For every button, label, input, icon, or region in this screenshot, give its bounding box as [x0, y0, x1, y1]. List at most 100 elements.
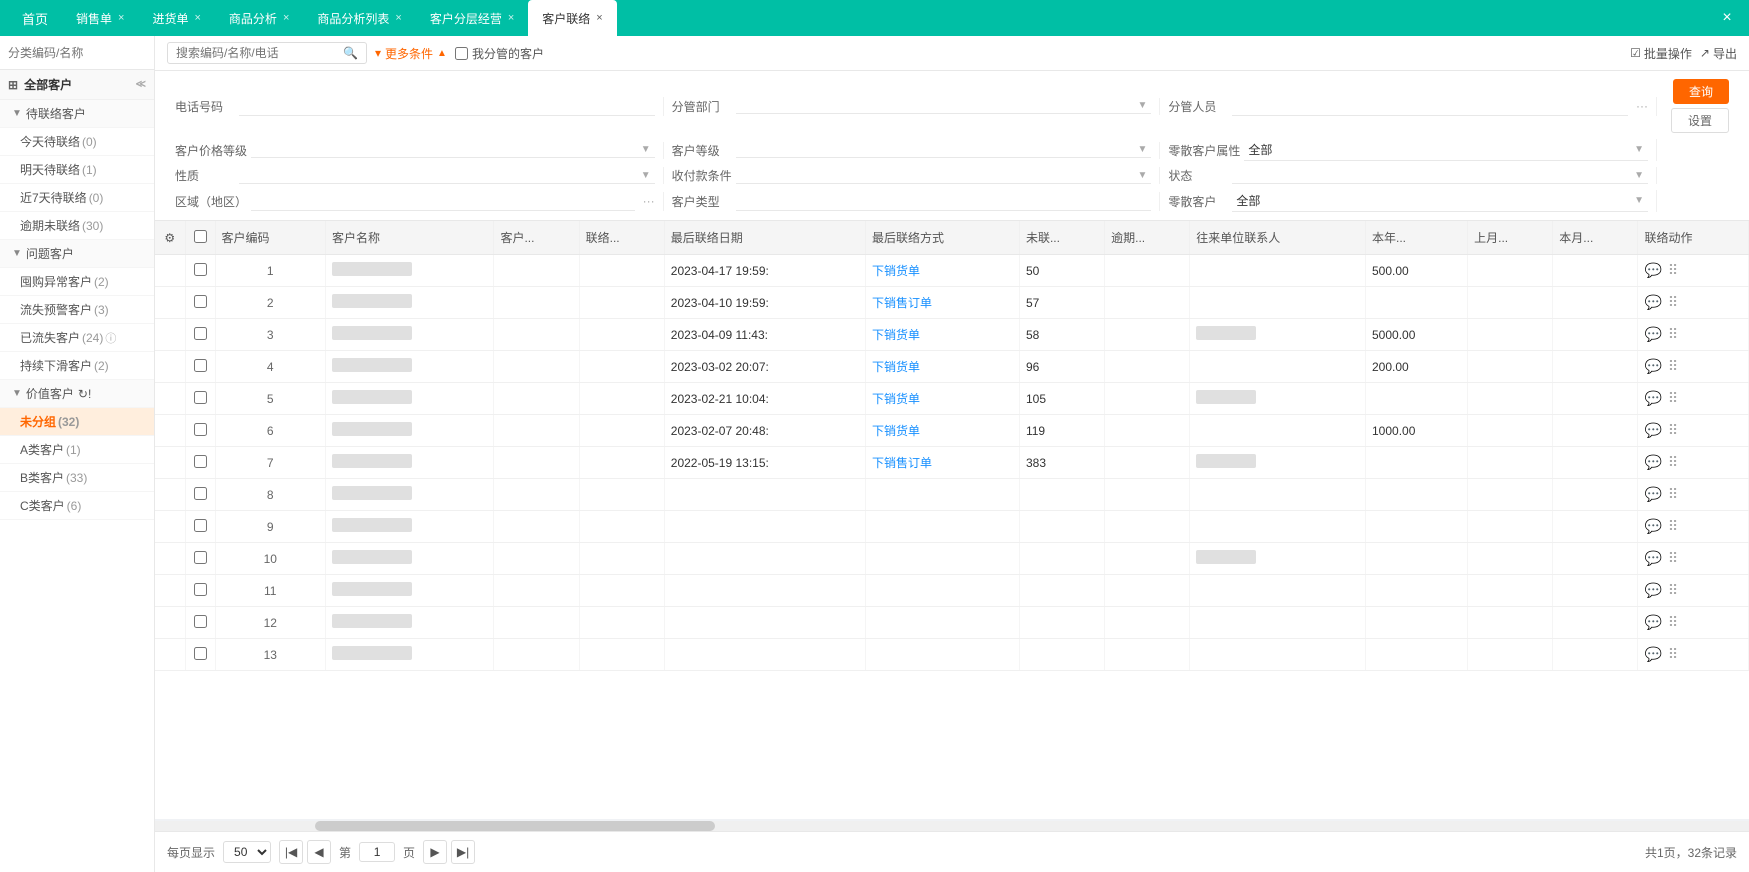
last-contact-way-cell[interactable]	[865, 479, 1019, 511]
row-checkbox[interactable]	[194, 263, 207, 276]
row-check[interactable]	[185, 543, 215, 575]
chat-icon[interactable]: 💬	[1644, 454, 1661, 471]
last-contact-way-cell[interactable]	[865, 575, 1019, 607]
filter-region-input[interactable]	[251, 192, 635, 211]
sidebar-item-type-b[interactable]: B类客户 (33)	[0, 464, 154, 492]
row-check[interactable]	[185, 351, 215, 383]
row-check[interactable]	[185, 639, 215, 671]
close-product-analysis-icon[interactable]: ×	[283, 12, 289, 24]
last-contact-way-cell[interactable]: 下销货单	[865, 383, 1019, 415]
page-number-input[interactable]	[359, 842, 395, 862]
row-check[interactable]	[185, 383, 215, 415]
filter-status-select[interactable]: ▼	[1232, 168, 1648, 184]
filter-customer-type-input[interactable]	[736, 192, 1152, 211]
row-check[interactable]	[185, 511, 215, 543]
row-check[interactable]	[185, 319, 215, 351]
horizontal-scrollbar[interactable]	[155, 821, 1749, 831]
grid-action-icon[interactable]: ⠿	[1668, 550, 1678, 567]
row-checkbox[interactable]	[194, 455, 207, 468]
last-contact-way-cell[interactable]	[865, 607, 1019, 639]
first-page-btn[interactable]: |◀	[279, 840, 303, 864]
chat-icon[interactable]: 💬	[1644, 358, 1661, 375]
grid-action-icon[interactable]: ⠿	[1668, 582, 1678, 599]
grid-action-icon[interactable]: ⠿	[1668, 294, 1678, 311]
batch-operation-btn[interactable]: ☑ 批量操作	[1630, 45, 1692, 62]
sidebar-group-pending[interactable]: ▼ 待联络客户	[0, 100, 154, 128]
last-contact-way-cell[interactable]: 下销货单	[865, 319, 1019, 351]
row-checkbox[interactable]	[194, 359, 207, 372]
row-check[interactable]	[185, 415, 215, 447]
page-size-select[interactable]: 50	[223, 841, 271, 863]
refresh-icon[interactable]: ↻	[78, 387, 88, 401]
last-contact-way-cell[interactable]	[865, 639, 1019, 671]
grid-action-icon[interactable]: ⠿	[1668, 262, 1678, 279]
filter-retail-attr-select[interactable]: 全部 ▼	[1244, 139, 1648, 161]
grid-action-icon[interactable]: ⠿	[1668, 518, 1678, 535]
more-conditions-btn[interactable]: ▾ 更多条件 ▲	[375, 45, 447, 62]
chat-icon[interactable]: 💬	[1644, 294, 1661, 311]
sidebar-item-hoarding-abnormal[interactable]: 囤购异常客户 (2)	[0, 268, 154, 296]
grid-action-icon[interactable]: ⠿	[1668, 326, 1678, 343]
row-checkbox[interactable]	[194, 423, 207, 436]
filter-customer-level-select[interactable]: ▼	[736, 142, 1152, 158]
contact-way-link[interactable]: 下销货单	[872, 392, 920, 406]
row-check[interactable]	[185, 287, 215, 319]
nav-tab-sales[interactable]: 销售单 ×	[62, 0, 138, 36]
nav-home[interactable]: 首页	[8, 9, 62, 28]
chat-icon[interactable]: 💬	[1644, 326, 1661, 343]
sidebar-item-churned[interactable]: 已流失客户 (24) ⓘ	[0, 324, 154, 352]
row-checkbox[interactable]	[194, 295, 207, 308]
grid-action-icon[interactable]: ⠿	[1668, 486, 1678, 503]
grid-action-icon[interactable]: ⠿	[1668, 614, 1678, 631]
row-check[interactable]	[185, 447, 215, 479]
sidebar-item-today-pending[interactable]: 今天待联络 (0)	[0, 128, 154, 156]
last-contact-way-cell[interactable]: 下销货单	[865, 351, 1019, 383]
chat-icon[interactable]: 💬	[1644, 582, 1661, 599]
row-checkbox[interactable]	[194, 583, 207, 596]
search-icon[interactable]: 🔍	[343, 46, 358, 60]
nav-tab-product-analysis[interactable]: 商品分析 ×	[215, 0, 303, 36]
select-all-column[interactable]	[185, 221, 215, 255]
next-page-btn[interactable]: ▶	[423, 840, 447, 864]
grid-action-icon[interactable]: ⠿	[1668, 358, 1678, 375]
grid-action-icon[interactable]: ⠿	[1668, 646, 1678, 663]
close-customer-segment-icon[interactable]: ×	[508, 12, 514, 24]
close-sales-icon[interactable]: ×	[118, 12, 124, 24]
row-checkbox[interactable]	[194, 519, 207, 532]
last-contact-way-cell[interactable]: 下销货单	[865, 255, 1019, 287]
sidebar-item-churn-warning[interactable]: 流失预警客户 (3)	[0, 296, 154, 324]
sidebar-item-declining[interactable]: 持续下滑客户 (2)	[0, 352, 154, 380]
filter-payment-select[interactable]: ▼	[736, 168, 1152, 184]
sidebar-item-tomorrow-pending[interactable]: 明天待联络 (1)	[0, 156, 154, 184]
row-checkbox[interactable]	[194, 391, 207, 404]
last-contact-way-cell[interactable]	[865, 511, 1019, 543]
nav-tab-customer-contact[interactable]: 客户联络 ×	[528, 0, 616, 36]
search-input[interactable]	[176, 46, 339, 60]
prev-page-btn[interactable]: ◀	[307, 840, 331, 864]
query-button[interactable]: 查询	[1673, 79, 1729, 104]
select-all-checkbox[interactable]	[194, 230, 207, 243]
row-check[interactable]	[185, 255, 215, 287]
chat-icon[interactable]: 💬	[1644, 390, 1661, 407]
close-product-analysis-list-icon[interactable]: ×	[395, 12, 401, 24]
row-checkbox[interactable]	[194, 487, 207, 500]
contact-way-link[interactable]: 下销货单	[872, 360, 920, 374]
chat-icon[interactable]: 💬	[1644, 614, 1661, 631]
contact-way-link[interactable]: 下销货单	[872, 328, 920, 342]
nav-tab-product-analysis-list[interactable]: 商品分析列表 ×	[303, 0, 415, 36]
window-close-button[interactable]: ×	[1713, 4, 1741, 32]
row-check[interactable]	[185, 607, 215, 639]
sidebar-item-type-a[interactable]: A类客户 (1)	[0, 436, 154, 464]
contact-way-link[interactable]: 下销售订单	[872, 456, 932, 470]
sidebar-group-value[interactable]: ▼ 价值客户 ↻ !	[0, 380, 154, 408]
contact-way-link[interactable]: 下销售订单	[872, 296, 932, 310]
filter-phone-input[interactable]	[239, 97, 655, 116]
row-checkbox[interactable]	[194, 615, 207, 628]
chat-icon[interactable]: 💬	[1644, 646, 1661, 663]
sidebar-search-input[interactable]	[8, 46, 155, 60]
region-dots-icon[interactable]: ···	[643, 194, 655, 208]
contact-way-link[interactable]: 下销货单	[872, 264, 920, 278]
filter-dept-select[interactable]: ▼	[736, 98, 1152, 114]
sidebar-all-customers[interactable]: ⊞ 全部客户 ≪	[0, 70, 154, 100]
reset-button[interactable]: 设置	[1671, 108, 1729, 133]
